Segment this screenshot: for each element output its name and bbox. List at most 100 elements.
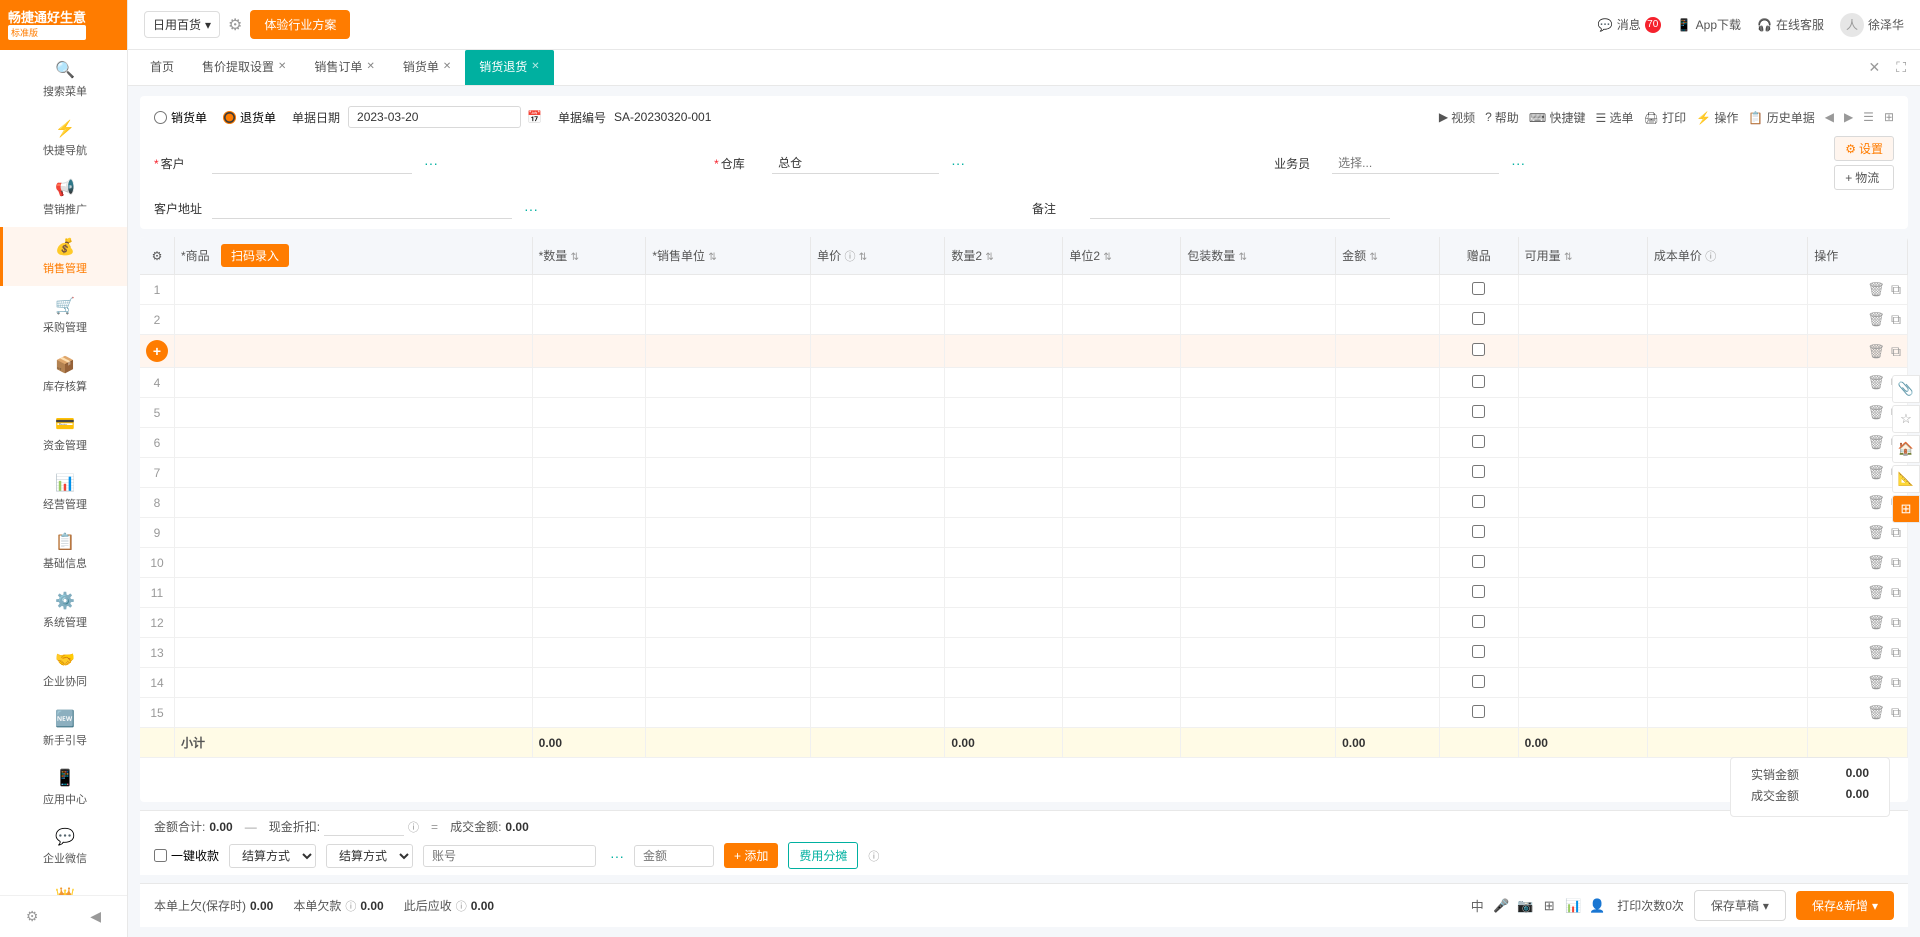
product-cell-8[interactable] xyxy=(175,518,533,548)
qty-cell-1[interactable] xyxy=(532,305,646,335)
tab-close-3[interactable]: ✕ xyxy=(443,61,451,72)
qty-cell-14[interactable] xyxy=(532,698,646,728)
delete-row-btn-12[interactable]: 🗑 xyxy=(1867,644,1885,661)
unit2-cell-7[interactable] xyxy=(1063,488,1181,518)
price-cell-6[interactable] xyxy=(811,458,945,488)
sidebar-item-1[interactable]: ⚡快捷导航 xyxy=(0,109,127,168)
qty2-cell-0[interactable] xyxy=(945,275,1063,305)
video-btn[interactable]: ▶ 视频 xyxy=(1439,109,1475,126)
copy-row-btn-9[interactable]: ⧉ xyxy=(1891,554,1901,571)
fee-info-icon[interactable]: ⓘ xyxy=(868,848,879,864)
qty2-cell-14[interactable] xyxy=(945,698,1063,728)
delete-row-btn-8[interactable]: 🗑 xyxy=(1867,524,1885,541)
amount-cell-7[interactable] xyxy=(1336,488,1440,518)
unit2-cell-8[interactable] xyxy=(1063,518,1181,548)
one-click-label[interactable]: 一键收款 xyxy=(154,847,219,864)
gift-cell-12[interactable] xyxy=(1439,638,1518,668)
delete-row-btn-10[interactable]: 🗑 xyxy=(1867,584,1885,601)
unit-cell-11[interactable] xyxy=(646,608,811,638)
remarks-input[interactable] xyxy=(1090,198,1390,219)
unit-cell-1[interactable] xyxy=(646,305,811,335)
pkgqty-cell-14[interactable] xyxy=(1181,698,1336,728)
amount-cell-4[interactable] xyxy=(1336,398,1440,428)
pkgqty-cell-12[interactable] xyxy=(1181,638,1336,668)
qty-cell-6[interactable] xyxy=(532,458,646,488)
select-btn[interactable]: ☰ 选单 xyxy=(1595,109,1633,126)
pkgqty-cell-2[interactable] xyxy=(1181,335,1336,368)
right-panel-btn-3[interactable]: 🏠 xyxy=(1892,435,1920,463)
gift-cell-7[interactable] xyxy=(1439,488,1518,518)
online-service-btn[interactable]: 🎧 在线客服 xyxy=(1757,16,1824,33)
person-icon[interactable]: 👤 xyxy=(1587,896,1607,916)
available-cell-8[interactable] xyxy=(1518,518,1647,548)
scan-button[interactable]: 扫码录入 xyxy=(221,244,289,267)
price-cell-14[interactable] xyxy=(811,698,945,728)
save-draft-button[interactable]: 保存草稿 ▾ xyxy=(1694,890,1786,921)
available-cell-9[interactable] xyxy=(1518,548,1647,578)
cost-info-icon[interactable]: ⓘ xyxy=(1705,251,1716,263)
sidebar-item-4[interactable]: 🛒采购管理 xyxy=(0,286,127,345)
copy-row-btn-10[interactable]: ⧉ xyxy=(1891,584,1901,601)
qty-cell-2[interactable] xyxy=(532,335,646,368)
qty-cell-5[interactable] xyxy=(532,428,646,458)
gift-cell-6[interactable] xyxy=(1439,458,1518,488)
cost-cell-5[interactable] xyxy=(1647,428,1807,458)
pkgqty-cell-11[interactable] xyxy=(1181,608,1336,638)
copy-row-btn-8[interactable]: ⧉ xyxy=(1891,524,1901,541)
amount-cell-0[interactable] xyxy=(1336,275,1440,305)
qty2-cell-7[interactable] xyxy=(945,488,1063,518)
operation-btn[interactable]: ⚡ 操作 xyxy=(1696,109,1738,126)
unit-cell-6[interactable] xyxy=(646,458,811,488)
product-cell-4[interactable] xyxy=(175,398,533,428)
tab-0[interactable]: 首页 xyxy=(136,50,188,85)
unit2-cell-10[interactable] xyxy=(1063,578,1181,608)
amount-cell-1[interactable] xyxy=(1336,305,1440,335)
unit-cell-7[interactable] xyxy=(646,488,811,518)
cost-cell-14[interactable] xyxy=(1647,698,1807,728)
date-input[interactable] xyxy=(348,106,521,128)
gift-cell-9[interactable] xyxy=(1439,548,1518,578)
delete-row-btn-14[interactable]: 🗑 xyxy=(1867,704,1885,721)
copy-row-btn-14[interactable]: ⧉ xyxy=(1891,704,1901,721)
view-list-icon[interactable]: ☰ xyxy=(1863,110,1874,124)
sidebar-item-0[interactable]: 🔍搜索菜单 xyxy=(0,50,127,109)
module-selector[interactable]: 日用百货 ▾ xyxy=(144,11,220,38)
delete-row-btn-3[interactable]: 🗑 xyxy=(1867,374,1885,391)
trial-button[interactable]: 体验行业方案 xyxy=(250,10,350,39)
pkgqty-cell-6[interactable] xyxy=(1181,458,1336,488)
table-icon[interactable]: 📊 xyxy=(1563,896,1583,916)
camera-icon[interactable]: 📷 xyxy=(1515,896,1535,916)
qty2-cell-2[interactable] xyxy=(945,335,1063,368)
one-click-checkbox[interactable] xyxy=(154,849,167,862)
cost-cell-11[interactable] xyxy=(1647,608,1807,638)
tab-4[interactable]: 销货退货✕ xyxy=(465,50,553,85)
sidebar-item-14[interactable]: 👑畅会员 xyxy=(0,876,127,895)
nav-next-icon[interactable]: ▶ xyxy=(1844,110,1853,124)
settings-button[interactable]: ⚙ 设置 xyxy=(1834,136,1894,161)
customer-dots-btn[interactable]: ··· xyxy=(424,155,438,171)
fee-split-button[interactable]: 费用分摊 xyxy=(788,842,858,869)
cost-cell-3[interactable] xyxy=(1647,368,1807,398)
price-cell-4[interactable] xyxy=(811,398,945,428)
sidebar-item-7[interactable]: 📊经营管理 xyxy=(0,463,127,522)
unit2-cell-2[interactable] xyxy=(1063,335,1181,368)
gift-cell-1[interactable] xyxy=(1439,305,1518,335)
amount-cell-6[interactable] xyxy=(1336,458,1440,488)
amount-cell-5[interactable] xyxy=(1336,428,1440,458)
unit2-cell-5[interactable] xyxy=(1063,428,1181,458)
price-info-icon[interactable]: ⓘ xyxy=(844,251,855,263)
unit-cell-2[interactable] xyxy=(646,335,811,368)
cost-cell-10[interactable] xyxy=(1647,578,1807,608)
tab-3[interactable]: 销货单✕ xyxy=(389,50,465,85)
salesperson-input[interactable] xyxy=(1332,153,1499,174)
unit2-cell-9[interactable] xyxy=(1063,548,1181,578)
cost-cell-6[interactable] xyxy=(1647,458,1807,488)
qty2-cell-4[interactable] xyxy=(945,398,1063,428)
price-cell-11[interactable] xyxy=(811,608,945,638)
qty-cell-12[interactable] xyxy=(532,638,646,668)
tab-close-2[interactable]: ✕ xyxy=(366,61,374,72)
qty-cell-4[interactable] xyxy=(532,398,646,428)
pkgqty-cell-7[interactable] xyxy=(1181,488,1336,518)
sidebar-item-12[interactable]: 📱应用中心 xyxy=(0,758,127,817)
price-cell-1[interactable] xyxy=(811,305,945,335)
